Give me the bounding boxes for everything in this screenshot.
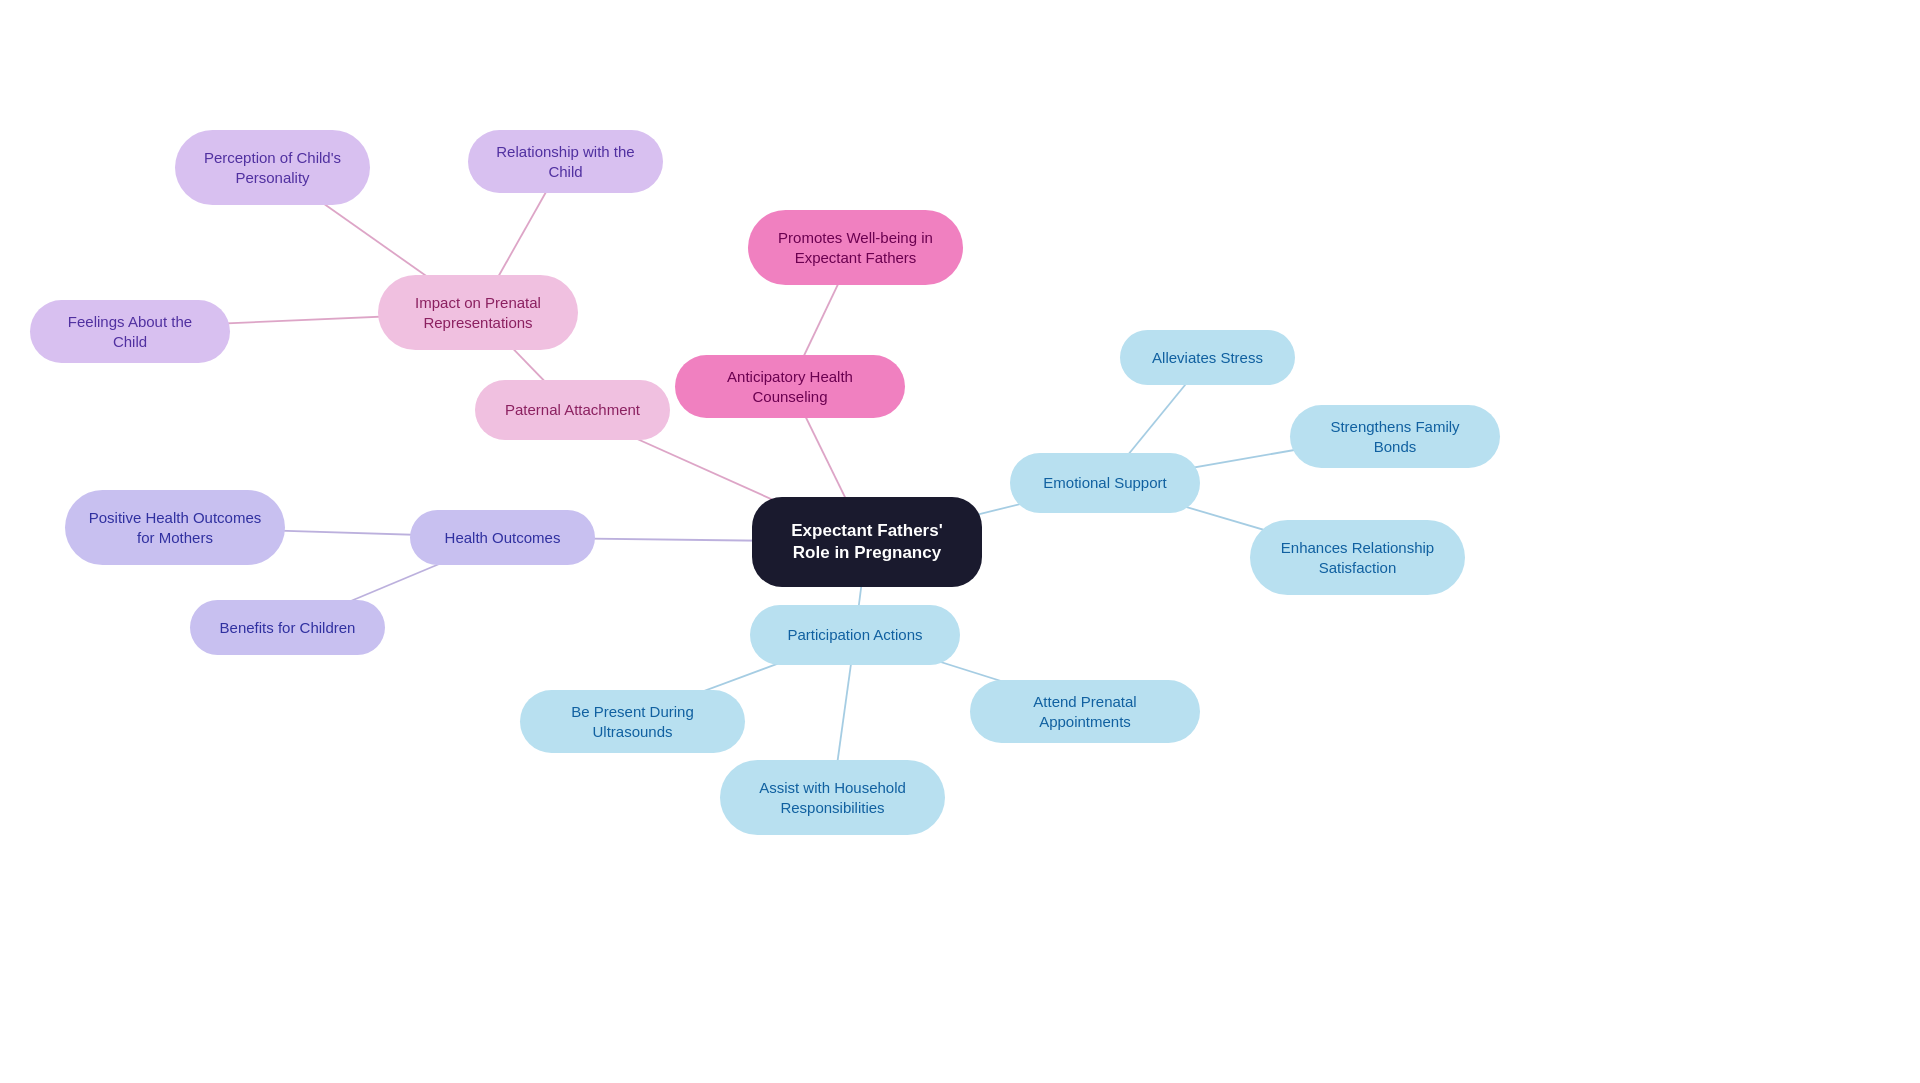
node-be_present: Be Present During Ultrasounds	[520, 690, 745, 753]
node-participation_actions: Participation Actions	[750, 605, 960, 665]
node-anticipatory: Anticipatory Health Counseling	[675, 355, 905, 418]
node-impact_prenatal: Impact on Prenatal Representations	[378, 275, 578, 350]
node-attend_prenatal: Attend Prenatal Appointments	[970, 680, 1200, 743]
node-perception_child: Perception of Child's Personality	[175, 130, 370, 205]
node-feelings_child: Feelings About the Child	[30, 300, 230, 363]
node-promotes_wellbeing: Promotes Well-being in Expectant Fathers	[748, 210, 963, 285]
node-relationship_child: Relationship with the Child	[468, 130, 663, 193]
node-benefits_children: Benefits for Children	[190, 600, 385, 655]
node-alleviates_stress: Alleviates Stress	[1120, 330, 1295, 385]
mind-map: Expectant Fathers' Role in Pregnancy Pate…	[0, 0, 1920, 1083]
node-health_outcomes: Health Outcomes	[410, 510, 595, 565]
node-enhances_relationship: Enhances Relationship Satisfaction	[1250, 520, 1465, 595]
node-emotional_support: Emotional Support	[1010, 453, 1200, 513]
node-positive_health: Positive Health Outcomes for Mothers	[65, 490, 285, 565]
node-paternal_attachment: Paternal Attachment	[475, 380, 670, 440]
node-strengthens_family: Strengthens Family Bonds	[1290, 405, 1500, 468]
node-center: Expectant Fathers' Role in Pregnancy	[752, 497, 982, 587]
node-assist_household: Assist with Household Responsibilities	[720, 760, 945, 835]
